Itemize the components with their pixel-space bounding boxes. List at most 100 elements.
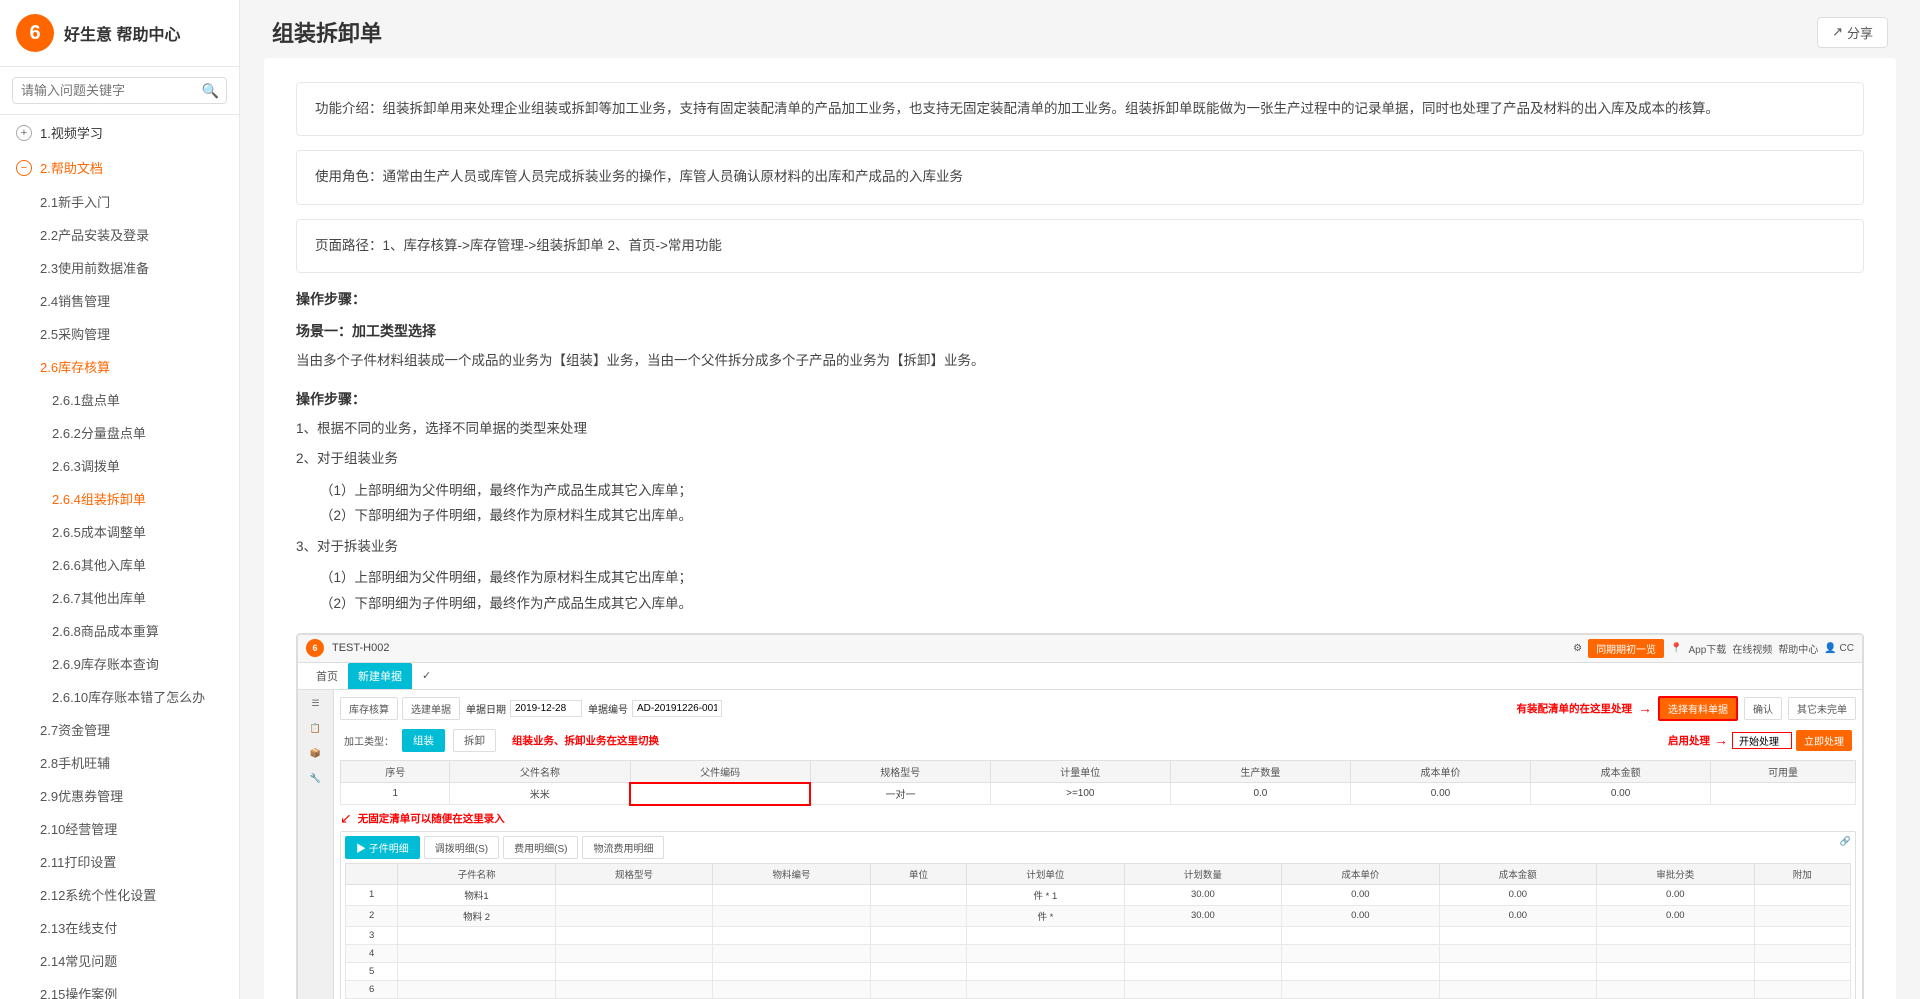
- cell-parent-code: [630, 783, 810, 805]
- step2-text: 2、对于组装业务: [296, 447, 1864, 471]
- date-input[interactable]: [510, 700, 582, 717]
- arrow-icon-1: →: [1638, 700, 1652, 716]
- sidebar-item-print[interactable]: 2.11打印设置: [0, 845, 239, 878]
- sub-col-extra: 附加: [1754, 863, 1850, 884]
- brand-name: 好生意 帮助中心: [64, 21, 180, 45]
- col-spec: 规格型号: [810, 760, 990, 783]
- sidebar-item-stockcheck[interactable]: 2.6.9库存账本查询: [0, 647, 239, 680]
- doc-type-buttons: 库存核算 选建单据: [340, 697, 460, 720]
- app-tabs: 首页 新建单据 ✓: [298, 663, 1862, 690]
- search-bar[interactable]: 🔍: [0, 67, 239, 115]
- sub-tab-logistics[interactable]: 物流费用明细: [582, 836, 664, 859]
- action-btn2[interactable]: 确认: [1744, 697, 1782, 720]
- search-input[interactable]: [12, 77, 227, 104]
- sub-col-plan-qty: 计划数量: [1124, 863, 1281, 884]
- sub-tab-expense[interactable]: 费用明细(S): [503, 836, 578, 859]
- sidebar-item-purchase[interactable]: 2.5采购管理: [0, 317, 239, 350]
- app-main: 库存核算 选建单据 单据日期 单据编号: [334, 690, 1862, 999]
- cell-qty: 0.0: [1170, 783, 1350, 805]
- app-layout: ☰ 📋 📦 🔧 库存核算 选建单据: [298, 690, 1862, 999]
- form-header: 库存核算 选建单据 单据日期 单据编号: [340, 696, 1856, 721]
- app-tab-check[interactable]: ✓: [412, 664, 441, 687]
- sidebar-item-onlinepay[interactable]: 2.13在线支付: [0, 911, 239, 944]
- strip-icon-1: ☰: [311, 694, 319, 713]
- page-title: 组装拆卸单: [272, 16, 382, 48]
- sidebar-item-install[interactable]: 2.2产品安装及登录: [0, 218, 239, 251]
- sub-col-0: [346, 863, 398, 884]
- sidebar-item-stocktake[interactable]: 2.6.1盘点单: [0, 383, 239, 416]
- main-content: 组装拆卸单 ↗ 分享 功能介绍：组装拆卸单用来处理企业组装或拆卸等加工业务，支持…: [240, 0, 1920, 999]
- app-topbar-item4: App下载: [1689, 641, 1727, 656]
- sub-tab-child[interactable]: ▶ 子件明细: [345, 836, 420, 859]
- arrow-icon-3: ↙: [340, 810, 352, 827]
- sidebar-item-cases[interactable]: 2.15操作案例: [0, 977, 239, 999]
- docno-input[interactable]: [632, 700, 722, 717]
- sidebar-item-newbie-label: 2.1新手入门: [40, 195, 110, 210]
- sidebar-item-finance[interactable]: 2.7资金管理: [0, 713, 239, 746]
- step2-2-text: （2）下部明细为子件明细，最终作为原材料生成其它出库单。: [296, 503, 1864, 529]
- form-docno: 单据编号: [588, 700, 722, 717]
- step3-1-text: （1）上部明细为父件明细，最终作为原材料生成其它出库单；: [296, 565, 1864, 591]
- sub-row-6: 6: [346, 980, 1851, 998]
- btn-cancel[interactable]: 选建单据: [402, 697, 460, 720]
- col-unit: 计量单位: [990, 760, 1170, 783]
- nav-section: + 1.视频学习 − 2.帮助文档 2.1新手入门 2.2产品安装及登录 2.3…: [0, 115, 239, 999]
- sidebar-item-otherout[interactable]: 2.6.7其他出库单: [0, 581, 239, 614]
- sub-row-1: 1物料1件 * 130.000.000.000.00: [346, 884, 1851, 905]
- sidebar-item-assembly[interactable]: 2.6.4组装拆卸单: [0, 482, 239, 515]
- sidebar-item-custom[interactable]: 2.12系统个性化设置: [0, 878, 239, 911]
- confirm-btn[interactable]: 立即处理: [1796, 730, 1852, 751]
- sidebar-item-stocksplit[interactable]: 2.6.2分量盘点单: [0, 416, 239, 449]
- sidebar-item-video-label: 1.视频学习: [40, 123, 103, 142]
- cell-cost-amt: 0.00: [1531, 783, 1711, 805]
- sidebar-item-ops[interactable]: 2.10经营管理: [0, 812, 239, 845]
- sub-table-header: ▶ 子件明细 调拨明细(S) 费用明细(S) 物流费用明细 🔗: [345, 836, 1851, 859]
- sidebar-item-stockerr[interactable]: 2.6.10库存账本错了怎么办: [0, 680, 239, 713]
- sidebar-item-inventory[interactable]: 2.6库存核算: [0, 350, 239, 383]
- app-tab-home[interactable]: 首页: [306, 663, 348, 689]
- share-button[interactable]: ↗ 分享: [1817, 17, 1888, 48]
- sidebar-item-sales[interactable]: 2.4销售管理: [0, 284, 239, 317]
- annotation-text-5: 无固定清单可以随便在这里录入: [358, 811, 505, 826]
- sidebar-item-docs[interactable]: − 2.帮助文档: [0, 150, 239, 185]
- sidebar-item-faq[interactable]: 2.14常见问题: [0, 944, 239, 977]
- sidebar-item-costadj[interactable]: 2.6.5成本调整单: [0, 515, 239, 548]
- sidebar-item-data[interactable]: 2.3使用前数据准备: [0, 251, 239, 284]
- path-text: 页面路径：1、库存核算->库存管理->组装拆卸单 2、首页->常用功能: [315, 238, 722, 253]
- sub-table: 子件名称 规格型号 物料编号 单位 计划单位 计划数量 成本单价 成本金额 审批: [345, 863, 1851, 999]
- btn-save[interactable]: 库存核算: [340, 697, 398, 720]
- sidebar-item-coupon[interactable]: 2.9优惠券管理: [0, 779, 239, 812]
- docs-subitems: 2.1新手入门 2.2产品安装及登录 2.3使用前数据准备 2.4销售管理 2.…: [0, 185, 239, 999]
- scene1-desc: 当由多个子件材料组装成一个成品的业务为【组装】业务，当由一个父件拆分成多个子产品…: [296, 349, 1864, 373]
- annotation-text-3: 组装业务、拆卸业务在这里切换: [512, 733, 659, 748]
- enable-input[interactable]: [1732, 732, 1792, 749]
- action-btn3[interactable]: 其它未完单: [1788, 697, 1856, 720]
- sub-row-4: 4: [346, 944, 1851, 962]
- sidebar-item-adjust[interactable]: 2.6.3调拨单: [0, 449, 239, 482]
- sidebar-item-mobile[interactable]: 2.8手机旺辅: [0, 746, 239, 779]
- sidebar-item-newbie[interactable]: 2.1新手入门: [0, 185, 239, 218]
- select-bill-btn[interactable]: 选择有料单据: [1658, 696, 1738, 721]
- sub-tab-transfer[interactable]: 调拨明细(S): [424, 836, 499, 859]
- inventory-subitems: 2.6.1盘点单 2.6.2分量盘点单 2.6.3调拨单 2.6.4组装拆卸单 …: [0, 383, 239, 713]
- annotation-text-1: 有装配清单的在这里处理: [1517, 701, 1633, 716]
- main-table-row: 1 米米 一对一 >=100 0.0 0.00 0.00: [341, 783, 1856, 805]
- cell-cost-price: 0.00: [1350, 783, 1530, 805]
- col-available: 可用量: [1711, 760, 1856, 783]
- app-tab-new[interactable]: 新建单据: [348, 663, 412, 689]
- share-icon: ↗: [1832, 24, 1843, 40]
- sidebar-item-otherin[interactable]: 2.6.6其他入库单: [0, 548, 239, 581]
- app-topbar-item3: 📍: [1670, 643, 1682, 654]
- sidebar-item-costrecalc[interactable]: 2.6.8商品成本重算: [0, 614, 239, 647]
- type-btn-disassembly[interactable]: 拆卸: [453, 729, 496, 752]
- sidebar-item-video[interactable]: + 1.视频学习: [0, 115, 239, 150]
- share-label: 分享: [1847, 23, 1873, 42]
- logo-icon: 6: [16, 14, 54, 52]
- app-left-strip: ☰ 📋 📦 🔧: [298, 690, 334, 999]
- search-icon[interactable]: 🔍: [202, 82, 219, 99]
- arrow-icon-2: →: [1714, 732, 1728, 748]
- cell-spec: 一对一: [810, 783, 990, 805]
- step1-text: 1、根据不同的业务，选择不同单据的类型来处理: [296, 417, 1864, 441]
- step3-text: 3、对于拆装业务: [296, 535, 1864, 559]
- type-btn-assembly[interactable]: 组装: [402, 729, 445, 752]
